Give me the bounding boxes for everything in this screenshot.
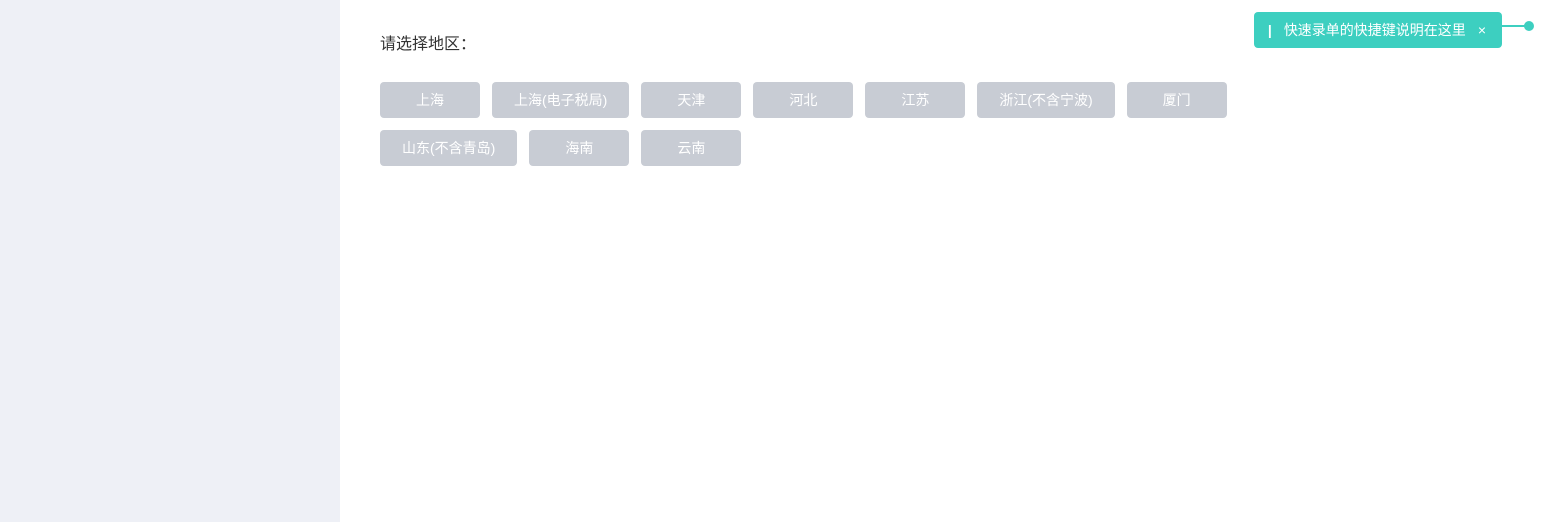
region-btn-xiamen[interactable]: 厦门 <box>1127 82 1227 118</box>
region-btn-zhejiang[interactable]: 浙江(不含宁波) <box>977 82 1114 118</box>
region-btn-shandong[interactable]: 山东(不含青岛) <box>380 130 517 166</box>
region-btn-shanghai-etax[interactable]: 上海(电子税局) <box>492 82 629 118</box>
region-btn-shanghai[interactable]: 上海 <box>380 82 480 118</box>
region-btn-tianjin[interactable]: 天津 <box>641 82 741 118</box>
left-sidebar <box>0 0 340 522</box>
tooltip-dot <box>1524 21 1534 31</box>
main-content: 请选择地区： 上海上海(电子税局)天津河北江苏浙江(不含宁波)厦门 山东(不含青… <box>340 0 1562 522</box>
region-buttons-row1: 上海上海(电子税局) 天津河北江苏浙江(不含宁波) 厦门 <box>380 82 1522 118</box>
tooltip-text: 快速录单的快捷键说明在这里 <box>1284 20 1466 40</box>
region-buttons-row2: 山东(不含青岛) 海南云南 <box>380 130 1522 166</box>
tooltip-line <box>1500 25 1525 27</box>
region-btn-jiangsu[interactable]: 江苏 <box>865 82 965 118</box>
region-btn-hebei[interactable]: 河北 <box>753 82 853 118</box>
region-btn-hainan[interactable]: 海南 <box>529 130 629 166</box>
tooltip-close-button[interactable]: × <box>1476 22 1488 38</box>
tooltip-banner: 快速录单的快捷键说明在这里 × <box>1254 12 1502 48</box>
region-btn-yunnan[interactable]: 云南 <box>641 130 741 166</box>
